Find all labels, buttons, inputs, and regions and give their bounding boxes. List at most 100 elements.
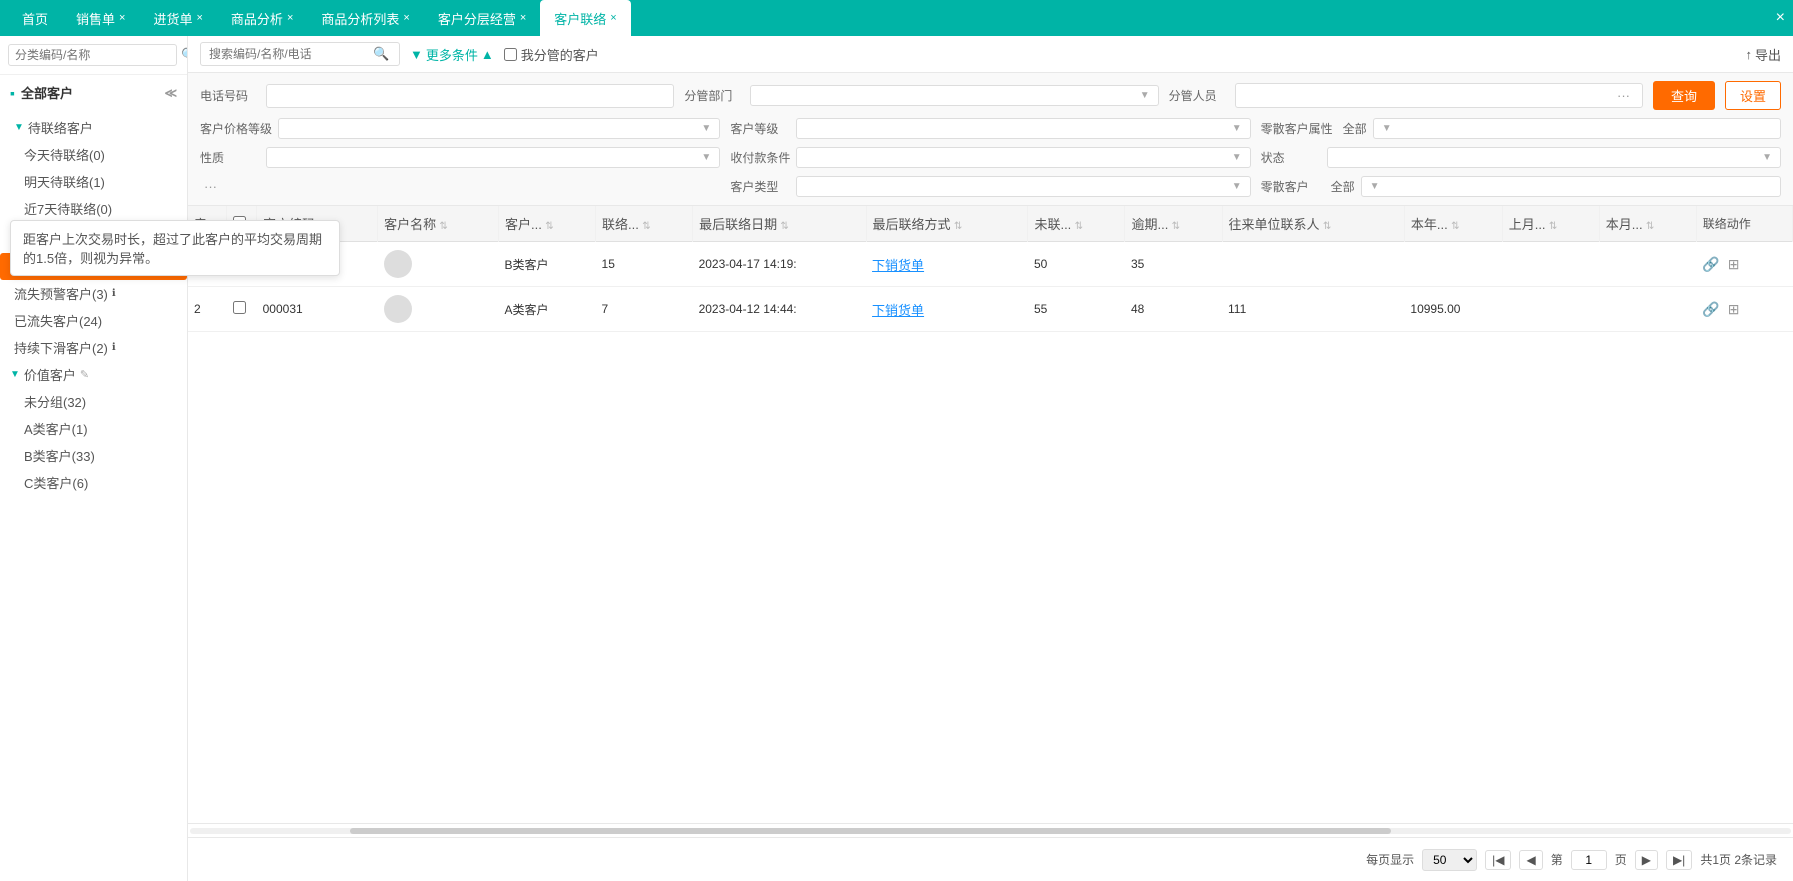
chevron-down-icon: ▼	[1370, 181, 1380, 192]
my-customers-checkbox[interactable]	[504, 48, 517, 61]
retail-customer-select[interactable]: ▼	[1361, 176, 1781, 197]
sidebar-item-ungroup[interactable]: 未分组(32)	[0, 388, 187, 415]
nav-sales[interactable]: 销售单 ×	[62, 0, 139, 36]
sort-contact-icon[interactable]: ⇅	[642, 221, 650, 232]
action-link-icon[interactable]: 🔗	[1702, 256, 1719, 273]
filter-retail-attr: 零散客户属性 全部 ▼	[1261, 118, 1781, 139]
horizontal-scrollbar[interactable]	[188, 823, 1793, 837]
sort-tmonth-icon[interactable]: ⇅	[1646, 221, 1654, 232]
query-button[interactable]: 查询	[1653, 81, 1715, 110]
payment-select[interactable]: ▼	[796, 147, 1250, 168]
sort-way-icon[interactable]: ⇅	[954, 221, 962, 232]
cell-overdue: 48	[1125, 287, 1222, 332]
first-page-btn[interactable]: |◀	[1485, 850, 1511, 870]
sort-unit-icon[interactable]: ⇅	[1323, 221, 1331, 232]
cell-overdue: 35	[1125, 242, 1222, 287]
search-input[interactable]	[209, 47, 369, 61]
sidebar-item-tomorrow[interactable]: 明天待联络(1)	[0, 168, 187, 195]
col-last-way: 最后联络方式 ⇅	[866, 206, 1028, 242]
cell-action: 🔗 ⊞	[1696, 287, 1792, 332]
nav-customer-tier[interactable]: 客户分层经营 ×	[424, 0, 540, 36]
action-more-icon[interactable]: ⊞	[1728, 301, 1740, 318]
edit-icon[interactable]: ✎	[80, 368, 89, 381]
top-nav: 首页 销售单 × 进货单 × 商品分析 × 商品分析列表 × 客户分层经营 × …	[0, 0, 1793, 36]
nature-select[interactable]: ▼	[266, 147, 720, 168]
more-conditions-btn[interactable]: ▼ 更多条件 ▲	[410, 45, 494, 64]
nav-home[interactable]: 首页	[8, 0, 62, 36]
dept-select[interactable]: ▼	[750, 85, 1158, 106]
cell-contact: 15	[596, 242, 693, 287]
chevron-down-icon: ▼	[701, 152, 711, 163]
sidebar-search-input[interactable]	[8, 44, 177, 66]
sort-unpaid-icon[interactable]: ⇅	[1075, 221, 1083, 232]
sidebar-group-pending[interactable]: ▼ 待联络客户	[0, 114, 187, 141]
phone-input[interactable]	[266, 84, 674, 108]
filter-status: 状态 ▼	[1261, 147, 1781, 168]
sidebar-item-b-class[interactable]: B类客户(33)	[0, 442, 187, 469]
chevron-down-icon: ▼	[701, 123, 711, 134]
customer-level-select[interactable]: ▼	[796, 118, 1250, 139]
page-size-select[interactable]: 50 100	[1422, 849, 1477, 871]
price-level-select[interactable]: ▼	[278, 118, 720, 139]
sidebar-item-7days[interactable]: 近7天待联络(0)	[0, 195, 187, 222]
settings-button[interactable]: 设置	[1725, 81, 1781, 110]
sort-name-icon[interactable]: ⇅	[439, 221, 447, 232]
cell-unit-contact	[1222, 242, 1404, 287]
chevron-down-icon: ▼	[1140, 90, 1150, 101]
contact-way-link[interactable]: 下销货单	[872, 258, 924, 273]
contact-way-link[interactable]: 下销货单	[872, 303, 924, 318]
search-wrap: 🔍	[200, 42, 400, 66]
my-customers-check[interactable]: 我分管的客户	[504, 45, 599, 64]
action-link-icon[interactable]: 🔗	[1702, 301, 1719, 318]
avatar	[384, 250, 412, 278]
nav-customer-contact[interactable]: 客户联络 ×	[540, 0, 630, 36]
nav-analysis[interactable]: 商品分析 ×	[217, 0, 307, 36]
sort-lmonth-icon[interactable]: ⇅	[1549, 221, 1557, 232]
nav-analysis-list[interactable]: 商品分析列表 ×	[307, 0, 423, 36]
col-overdue: 逾期... ⇅	[1125, 206, 1222, 242]
sidebar-item-today[interactable]: 今天待联络(0)	[0, 141, 187, 168]
scrollbar-track	[190, 828, 1791, 834]
filter-person: 分管人员 ···	[1169, 83, 1643, 108]
col-this-year: 本年... ⇅	[1404, 206, 1502, 242]
nav-purchase[interactable]: 进货单 ×	[139, 0, 216, 36]
search-icon[interactable]: 🔍	[373, 46, 389, 62]
scrollbar-thumb[interactable]	[350, 828, 1391, 834]
cell-last-date: 2023-04-17 14:19:	[693, 242, 866, 287]
chevron-down-icon: ▼	[1232, 152, 1242, 163]
status-select[interactable]: ▼	[1327, 147, 1781, 168]
action-more-icon[interactable]: ⊞	[1728, 256, 1740, 273]
cell-checkbox[interactable]	[227, 287, 257, 332]
sidebar-item-lost-warning[interactable]: 流失预警客户(3) ℹ	[0, 280, 187, 307]
sidebar-collapse-btn[interactable]: ≪	[164, 86, 177, 100]
content-area: 🔍 ▼ 更多条件 ▲ 我分管的客户 ↑ 导出 电话号码	[188, 36, 1793, 881]
cell-last-way: 下销货单	[866, 287, 1028, 332]
last-page-btn[interactable]: ▶|	[1666, 850, 1692, 870]
next-page-btn[interactable]: ▶	[1635, 850, 1658, 870]
window-close-button[interactable]: ×	[1776, 9, 1785, 27]
customer-type-select[interactable]: ▼	[796, 176, 1250, 197]
cell-index: 2	[188, 287, 227, 332]
cell-this-year	[1404, 242, 1502, 287]
sort-overdue-icon[interactable]: ⇅	[1172, 221, 1180, 232]
sidebar-item-c-class[interactable]: C类客户(6)	[0, 469, 187, 496]
sidebar-group-value[interactable]: ▼ 价值客户 ✎	[0, 361, 187, 388]
person-select[interactable]: ···	[1235, 83, 1643, 108]
sidebar-item-lost[interactable]: 已流失客户(24)	[0, 307, 187, 334]
sidebar-search-icon[interactable]: 🔍	[181, 47, 188, 63]
export-button[interactable]: ↑ 导出	[1745, 45, 1781, 64]
sort-date-icon[interactable]: ⇅	[780, 221, 788, 232]
sort-year-icon[interactable]: ⇅	[1451, 221, 1459, 232]
sidebar-item-a-class[interactable]: A类客户(1)	[0, 415, 187, 442]
page-input[interactable]	[1571, 850, 1607, 870]
sidebar-item-declining[interactable]: 持续下滑客户(2) ℹ	[0, 334, 187, 361]
row-checkbox[interactable]	[233, 301, 246, 314]
cell-this-month	[1599, 242, 1696, 287]
cell-name	[378, 242, 499, 287]
cell-unpaid: 55	[1028, 287, 1125, 332]
dots-icon[interactable]: ···	[1613, 88, 1634, 103]
retail-attr-select[interactable]: ▼	[1373, 118, 1781, 139]
prev-page-btn[interactable]: ◀	[1519, 850, 1542, 870]
sort-type-icon[interactable]: ⇅	[545, 221, 553, 232]
more-dots-btn[interactable]: ···	[200, 179, 221, 194]
